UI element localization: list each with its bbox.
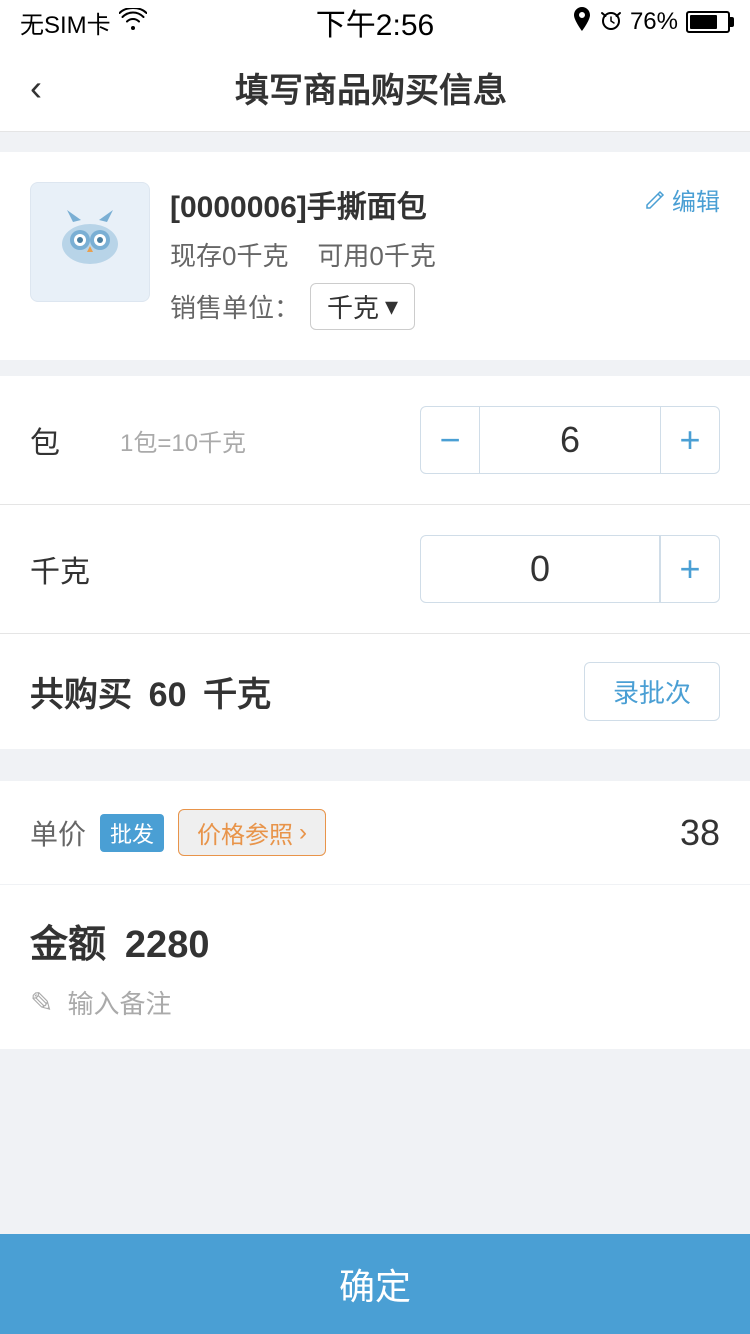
product-card: [0000006]手撕面包 编辑 现存0千克 可用0千克 销售单位： 千克 ▾ [0,152,750,360]
sim-label: 无SIM卡 [20,5,111,40]
amount-value: 2280 [125,924,210,966]
pencil-icon: ✎ [30,986,53,1019]
status-time: 下午2:56 [316,0,434,44]
package-increment-button[interactable]: + [660,406,720,474]
total-amount: 60 [149,676,187,714]
wholesale-tag: 批发 [100,814,164,852]
edit-label: 编辑 [672,182,720,217]
kilogram-label: 千克 [30,547,110,591]
dropdown-icon: ▾ [385,291,398,322]
price-section: 单价 批发 价格参照 › 38 [0,781,750,885]
kilogram-increment-button[interactable]: + [660,535,720,603]
product-info: [0000006]手撕面包 编辑 现存0千克 可用0千克 销售单位： 千克 ▾ [170,182,720,330]
status-right: 76% [572,7,730,38]
quantity-section: 包 1包=10千克 − + 千克 + [0,376,750,634]
product-name: [0000006]手撕面包 [170,182,427,226]
alarm-icon [600,8,622,37]
package-hint: 1包=10千克 [120,423,420,458]
page-title: 填写商品购买信息 [62,63,680,112]
confirm-button[interactable]: 确定 [0,1234,750,1334]
amount-row: 金额 2280 [30,913,720,968]
remark-placeholder: 输入备注 [67,984,171,1021]
product-stock: 现存0千克 可用0千克 [170,236,720,273]
total-text: 共购买 60 千克 [30,667,271,716]
price-ref-button[interactable]: 价格参照 › [178,809,326,856]
remark-row[interactable]: ✎ 输入备注 [30,984,720,1021]
battery-icon [686,11,730,33]
separator-2 [0,749,750,765]
status-bar: 无SIM卡 下午2:56 76% [0,0,750,44]
package-row: 包 1包=10千克 − + [0,376,750,505]
total-row: 共购买 60 千克 录批次 [0,634,750,749]
battery-percent: 76% [630,8,678,36]
edit-button[interactable]: 编辑 [644,182,720,217]
product-thumbnail-icon [55,206,125,278]
wifi-icon [119,8,147,37]
batch-button[interactable]: 录批次 [584,662,720,721]
product-unit-row: 销售单位： 千克 ▾ [170,283,720,330]
package-label: 包 [30,418,110,462]
back-button[interactable]: ‹ [30,67,42,109]
unit-select[interactable]: 千克 ▾ [310,283,415,330]
product-image [30,182,150,302]
separator-1 [0,360,750,376]
package-control: − + [420,406,720,474]
location-icon [572,7,592,38]
amount-section: 金额 2280 ✎ 输入备注 [0,885,750,1049]
price-ref-label: 价格参照 [197,815,293,850]
package-decrement-button[interactable]: − [420,406,480,474]
kilogram-control: + [420,535,720,603]
kilogram-input[interactable] [420,535,660,603]
kilogram-row: 千克 + [0,505,750,634]
chevron-right-icon: › [299,819,307,847]
package-input[interactable] [480,406,660,474]
price-label: 单价 [30,813,86,853]
nav-bar: ‹ 填写商品购买信息 [0,44,750,132]
status-left: 无SIM卡 [20,5,147,40]
price-value: 38 [680,812,720,854]
